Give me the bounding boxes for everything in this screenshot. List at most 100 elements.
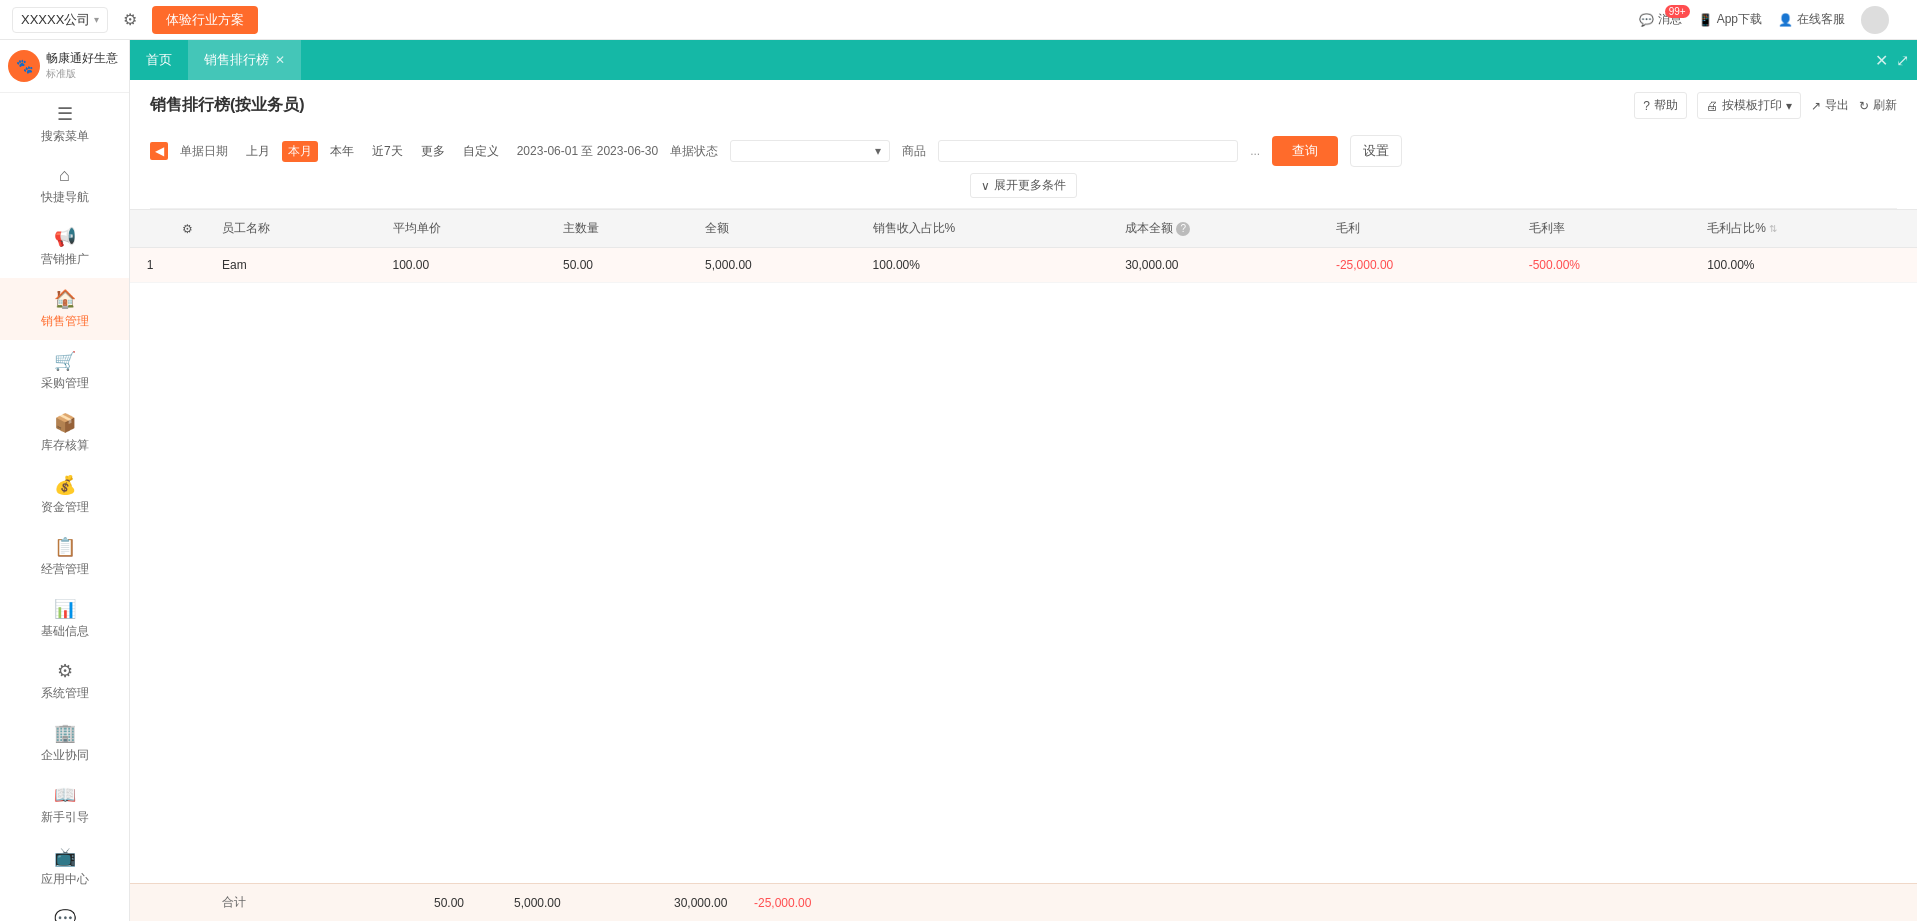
sidebar-item-operation[interactable]: 📋 经营管理 xyxy=(0,526,129,588)
print-label: 按模板打印 xyxy=(1722,97,1782,114)
table-header-row: ⚙ 员工名称 平均单价 主数量 xyxy=(130,210,1917,248)
purchase-icon: 🛒 xyxy=(54,350,76,372)
col-amount-label: 全额 xyxy=(705,221,729,235)
footer-amount: 5,000.00 xyxy=(502,896,582,910)
sidebar-item-inventory[interactable]: 📦 库存核算 xyxy=(0,402,129,464)
company-selector[interactable]: XXXXX公司 ▾ xyxy=(12,7,108,33)
table-row: 1Eam100.0050.005,000.00100.00%30,000.00-… xyxy=(130,248,1917,283)
date-to-value: 2023-06-30 xyxy=(597,144,658,158)
date-current-btn[interactable]: 本月 xyxy=(282,141,318,162)
tab-sales-ranking[interactable]: 销售排行榜 ✕ xyxy=(188,40,301,80)
expand-button[interactable]: ∨ 展开更多条件 xyxy=(970,173,1077,198)
col-header-index xyxy=(130,210,170,248)
service-label: 在线客服 xyxy=(1797,11,1845,28)
sidebar-item-wechat[interactable]: 💬 企业微信 xyxy=(0,898,129,921)
sidebar-item-enterprise[interactable]: 🏢 企业协同 xyxy=(0,712,129,774)
footer-main-qty: 50.00 xyxy=(422,896,502,910)
sidebar-item-basic-info[interactable]: 📊 基础信息 xyxy=(0,588,129,650)
avatar[interactable] xyxy=(1861,6,1889,34)
col-header-gross-rate: 毛利率 xyxy=(1517,210,1695,248)
col-gross-profit-label: 毛利 xyxy=(1336,221,1360,235)
page-title: 销售排行榜(按业务员) xyxy=(150,95,305,116)
refresh-button[interactable]: ↻ 刷新 xyxy=(1859,97,1897,114)
sidebar-item-sales[interactable]: 🏠 销售管理 xyxy=(0,278,129,340)
col-gross-rate-label: 毛利率 xyxy=(1529,221,1565,235)
refresh-label: 刷新 xyxy=(1873,97,1897,114)
sidebar-item-app-center[interactable]: 📺 应用中心 xyxy=(0,836,129,898)
message-badge: 99+ xyxy=(1665,5,1690,18)
tab-home[interactable]: 首页 xyxy=(130,40,188,80)
cell-cost: 30,000.00 xyxy=(1113,248,1324,283)
sidebar-item-marketing[interactable]: 📢 营销推广 xyxy=(0,216,129,278)
marketing-icon: 📢 xyxy=(54,226,76,248)
col-header-settings[interactable]: ⚙ xyxy=(170,210,210,248)
search-order-icon: ☰ xyxy=(57,103,73,125)
expand-label: 展开更多条件 xyxy=(994,177,1066,194)
sidebar-label-sales: 销售管理 xyxy=(41,313,89,330)
cell-index: 1 xyxy=(130,248,170,283)
cell-gross-rate: -500.00% xyxy=(1517,248,1695,283)
table-wrapper[interactable]: ⚙ 员工名称 平均单价 主数量 xyxy=(130,210,1917,883)
date-more-btn[interactable]: 更多 xyxy=(415,141,451,162)
status-label: 单据状态 xyxy=(670,143,718,160)
table-area: ⚙ 员工名称 平均单价 主数量 xyxy=(130,210,1917,921)
filter-row: ◀ 单据日期 上月 本月 本年 近7天 更多 自定义 2023-06-01 xyxy=(150,135,1897,167)
date-prev-btn[interactable]: 上月 xyxy=(240,141,276,162)
tab-bar-right: ✕ ⤢ xyxy=(1867,40,1917,80)
top-bar-right: 💬 消息 99+ 📱 App下载 👤 在线客服 xyxy=(1639,6,1905,34)
sidebar-label-inventory: 库存核算 xyxy=(41,437,89,454)
sidebar-item-purchase[interactable]: 🛒 采购管理 xyxy=(0,340,129,402)
collapse-arrow-button[interactable]: ◀ xyxy=(150,142,168,160)
tab-minimize-icon[interactable]: ✕ xyxy=(1875,51,1888,70)
top-bar: XXXXX公司 ▾ ⚙ 体验行业方案 💬 消息 99+ 📱 App下载 👤 在线… xyxy=(0,0,1917,40)
finance-icon: 💰 xyxy=(54,474,76,496)
inventory-icon: 📦 xyxy=(54,412,76,434)
logo-sub: 标准版 xyxy=(46,67,118,81)
col-header-gross-profit: 毛利 xyxy=(1324,210,1517,248)
settings-button[interactable]: 设置 xyxy=(1350,135,1402,167)
expand-arrow-icon: ∨ xyxy=(981,179,990,193)
goods-input[interactable] xyxy=(938,140,1238,162)
sidebar-item-quick-nav[interactable]: ⌂ 快捷导航 xyxy=(0,155,129,216)
export-button[interactable]: ↗ 导出 xyxy=(1811,97,1849,114)
sidebar-label-purchase: 采购管理 xyxy=(41,375,89,392)
sidebar-label-basic-info: 基础信息 xyxy=(41,623,89,640)
message-icon: 💬 xyxy=(1639,13,1654,27)
gross-ratio-sort-icon[interactable]: ⇅ xyxy=(1769,223,1777,234)
cell-sales-ratio: 100.00% xyxy=(861,248,1114,283)
tab-maximize-icon[interactable]: ⤢ xyxy=(1896,51,1909,70)
trial-button[interactable]: 体验行业方案 xyxy=(152,6,258,34)
cell-settings xyxy=(170,248,210,283)
expand-row: ∨ 展开更多条件 xyxy=(150,173,1897,198)
col-header-cost: 成本全额 ? xyxy=(1113,210,1324,248)
status-select[interactable]: ▾ xyxy=(730,140,890,162)
content-area: 首页 销售排行榜 ✕ ✕ ⤢ 销售排行榜(按业务员) ? 帮助 xyxy=(130,40,1917,921)
app-download-button[interactable]: 📱 App下载 xyxy=(1698,11,1762,28)
col-gross-ratio-label-wrap: 毛利占比% ⇅ xyxy=(1707,220,1777,237)
refresh-icon: ↻ xyxy=(1859,99,1869,113)
help-icon: ? xyxy=(1643,99,1650,113)
query-button[interactable]: 查询 xyxy=(1272,136,1338,166)
print-button[interactable]: 🖨 按模板打印 ▾ xyxy=(1697,92,1801,119)
tab-home-label: 首页 xyxy=(146,51,172,69)
date-7days-btn[interactable]: 近7天 xyxy=(366,141,409,162)
col-cost-label: 成本全额 xyxy=(1125,220,1173,237)
cost-help-icon[interactable]: ? xyxy=(1176,222,1190,236)
sidebar-item-search-order[interactable]: ☰ 搜索菜单 xyxy=(0,93,129,155)
help-button[interactable]: ? 帮助 xyxy=(1634,92,1687,119)
online-service-button[interactable]: 👤 在线客服 xyxy=(1778,11,1845,28)
col-header-main-qty: 主数量 xyxy=(551,210,693,248)
sidebar-item-guide[interactable]: 📖 新手引导 xyxy=(0,774,129,836)
col-sales-ratio-label: 销售收入占比% xyxy=(873,221,956,235)
more-conditions-btn[interactable]: ... xyxy=(1250,144,1260,158)
sidebar-item-finance[interactable]: 💰 资金管理 xyxy=(0,464,129,526)
settings-icon[interactable]: ⚙ xyxy=(116,6,144,34)
date-custom-btn[interactable]: 自定义 xyxy=(457,141,505,162)
sidebar-item-system[interactable]: ⚙ 系统管理 xyxy=(0,650,129,712)
sidebar-label-operation: 经营管理 xyxy=(41,561,89,578)
message-button[interactable]: 💬 消息 99+ xyxy=(1639,11,1682,28)
date-year-btn[interactable]: 本年 xyxy=(324,141,360,162)
sidebar-label-quick-nav: 快捷导航 xyxy=(41,189,89,206)
tab-close-icon[interactable]: ✕ xyxy=(275,53,285,67)
col-gross-ratio-label: 毛利占比% xyxy=(1707,220,1766,237)
